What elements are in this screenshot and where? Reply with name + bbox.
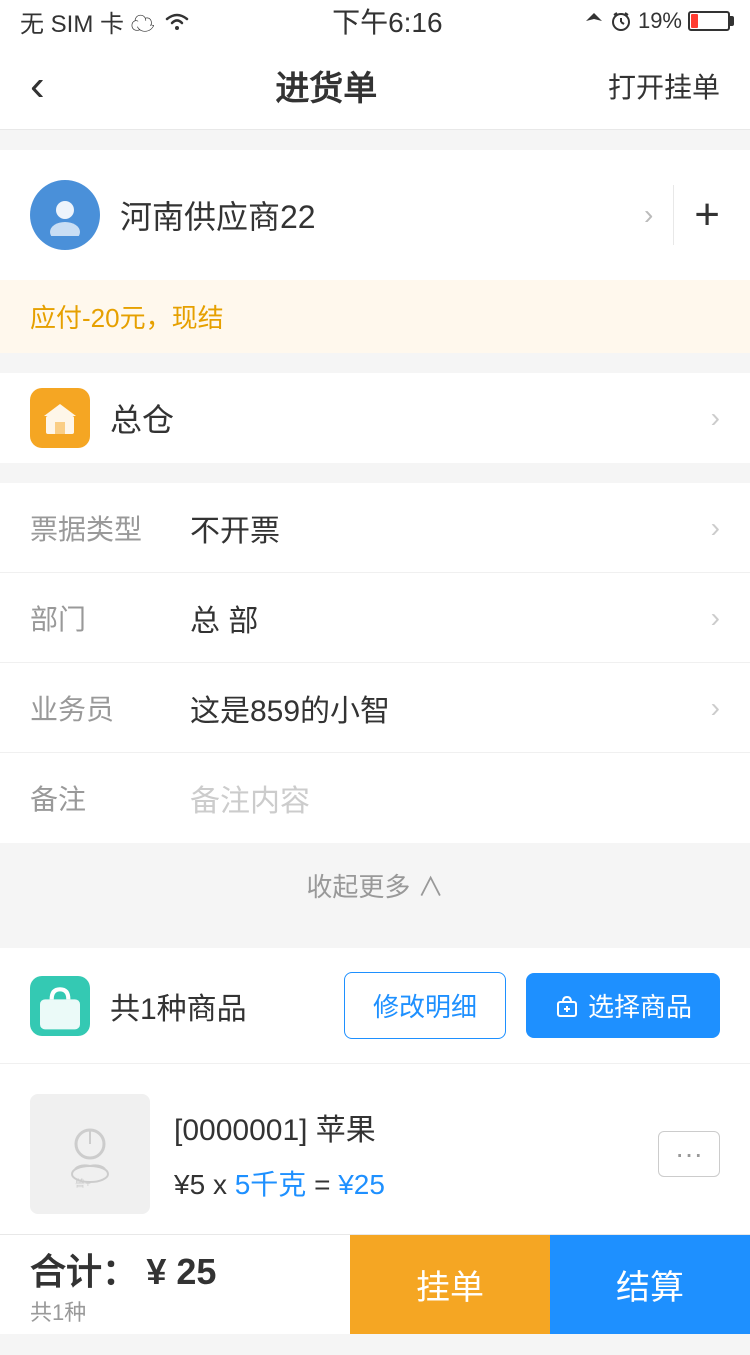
wifi-icon — [163, 11, 191, 31]
nav-bar: ‹ 进货单 打开挂单 — [0, 42, 750, 130]
form-section: 票据类型 不开票 › 部门 总 部 › 业务员 这是859的小智 › 备注 备注… — [0, 483, 750, 843]
collapse-button[interactable]: 收起更多 ∧ — [0, 843, 750, 928]
notice-bar: 应付-20元，现结 — [0, 280, 750, 353]
warehouse-row[interactable]: 总仓 › — [0, 373, 750, 463]
total-label: 合计： — [30, 1251, 138, 1292]
product-equals: = — [314, 1169, 338, 1200]
person-icon — [44, 194, 86, 236]
product-more-button[interactable]: ··· — [658, 1131, 720, 1177]
open-hang-button[interactable]: 打开挂单 — [608, 66, 720, 106]
product-header: 共1种商品 修改明细 选择商品 — [0, 948, 750, 1064]
remark-label: 备注 — [30, 778, 190, 818]
warehouse-building-icon — [42, 400, 78, 436]
product-thumb-icon: 兽+ — [55, 1119, 125, 1189]
invoice-label: 票据类型 — [30, 508, 190, 548]
product-item: 兽+ [0000001] 苹果 ¥5 x 5千克 = ¥25 ··· — [0, 1064, 750, 1245]
settle-button[interactable]: 结算 — [550, 1235, 750, 1334]
remark-row[interactable]: 备注 备注内容 — [0, 753, 750, 843]
signal-text: 无 SIM 卡 ☁ — [20, 4, 155, 39]
product-unit-price: ¥5 — [174, 1169, 205, 1200]
back-button[interactable]: ‹ — [30, 61, 45, 111]
product-multiply: x — [213, 1169, 235, 1200]
department-label: 部门 — [30, 598, 190, 638]
location-icon — [584, 11, 604, 31]
hang-button[interactable]: 挂单 — [350, 1235, 550, 1334]
page-title: 进货单 — [275, 61, 377, 110]
total-sub: 共1种 — [30, 1295, 320, 1327]
product-thumbnail: 兽+ — [30, 1094, 150, 1214]
supplier-row[interactable]: 河南供应商22 › — [30, 150, 653, 280]
vertical-divider — [673, 185, 674, 245]
supplier-name: 河南供应商22 — [120, 192, 644, 238]
add-supplier-button[interactable]: + — [694, 190, 720, 240]
total-value: ¥ 25 — [146, 1251, 216, 1292]
salesman-label: 业务员 — [30, 688, 190, 728]
battery-icon — [688, 11, 730, 31]
product-count: 共1种商品 — [110, 984, 324, 1028]
add-product-icon — [554, 993, 580, 1019]
status-time: 下午6:16 — [332, 1, 443, 41]
product-name: [0000001] 苹果 — [174, 1105, 634, 1149]
status-left: 无 SIM 卡 ☁ — [20, 4, 191, 39]
warehouse-name: 总仓 — [110, 395, 711, 441]
edit-detail-button[interactable]: 修改明细 — [344, 972, 506, 1039]
total-amount: 合计： ¥ 25 — [30, 1243, 320, 1295]
product-info: [0000001] 苹果 ¥5 x 5千克 = ¥25 — [174, 1105, 634, 1203]
department-row[interactable]: 部门 总 部 › — [0, 573, 750, 663]
status-right: 19% — [584, 8, 730, 34]
salesman-value: 这是859的小智 — [190, 686, 711, 730]
remark-placeholder: 备注内容 — [190, 776, 720, 820]
salesman-chevron: › — [711, 692, 720, 724]
invoice-value: 不开票 — [190, 506, 711, 550]
invoice-chevron: › — [711, 512, 720, 544]
department-chevron: › — [711, 602, 720, 634]
alarm-icon — [610, 10, 632, 32]
battery-percent: 19% — [638, 8, 682, 34]
select-product-label: 选择商品 — [588, 987, 692, 1024]
supplier-chevron: › — [644, 199, 653, 231]
product-icon — [30, 976, 90, 1036]
bottom-total: 合计： ¥ 25 共1种 — [0, 1235, 350, 1334]
invoice-row[interactable]: 票据类型 不开票 › — [0, 483, 750, 573]
select-product-button[interactable]: 选择商品 — [526, 973, 720, 1038]
bottom-bar: 合计： ¥ 25 共1种 挂单 结算 — [0, 1234, 750, 1334]
warehouse-section: 总仓 › — [0, 373, 750, 463]
svg-text:兽+: 兽+ — [75, 1177, 91, 1189]
salesman-row[interactable]: 业务员 这是859的小智 › — [0, 663, 750, 753]
shopping-bag-icon — [30, 976, 90, 1036]
status-bar: 无 SIM 卡 ☁ 下午6:16 19% — [0, 0, 750, 42]
product-quantity: 5千克 — [235, 1169, 307, 1200]
warehouse-chevron: › — [711, 402, 720, 434]
product-price: ¥5 x 5千克 = ¥25 — [174, 1163, 634, 1203]
supplier-section: 河南供应商22 › + — [0, 150, 750, 280]
product-total: ¥25 — [338, 1169, 385, 1200]
department-value: 总 部 — [190, 596, 711, 640]
supplier-avatar — [30, 180, 100, 250]
warehouse-icon — [30, 388, 90, 448]
